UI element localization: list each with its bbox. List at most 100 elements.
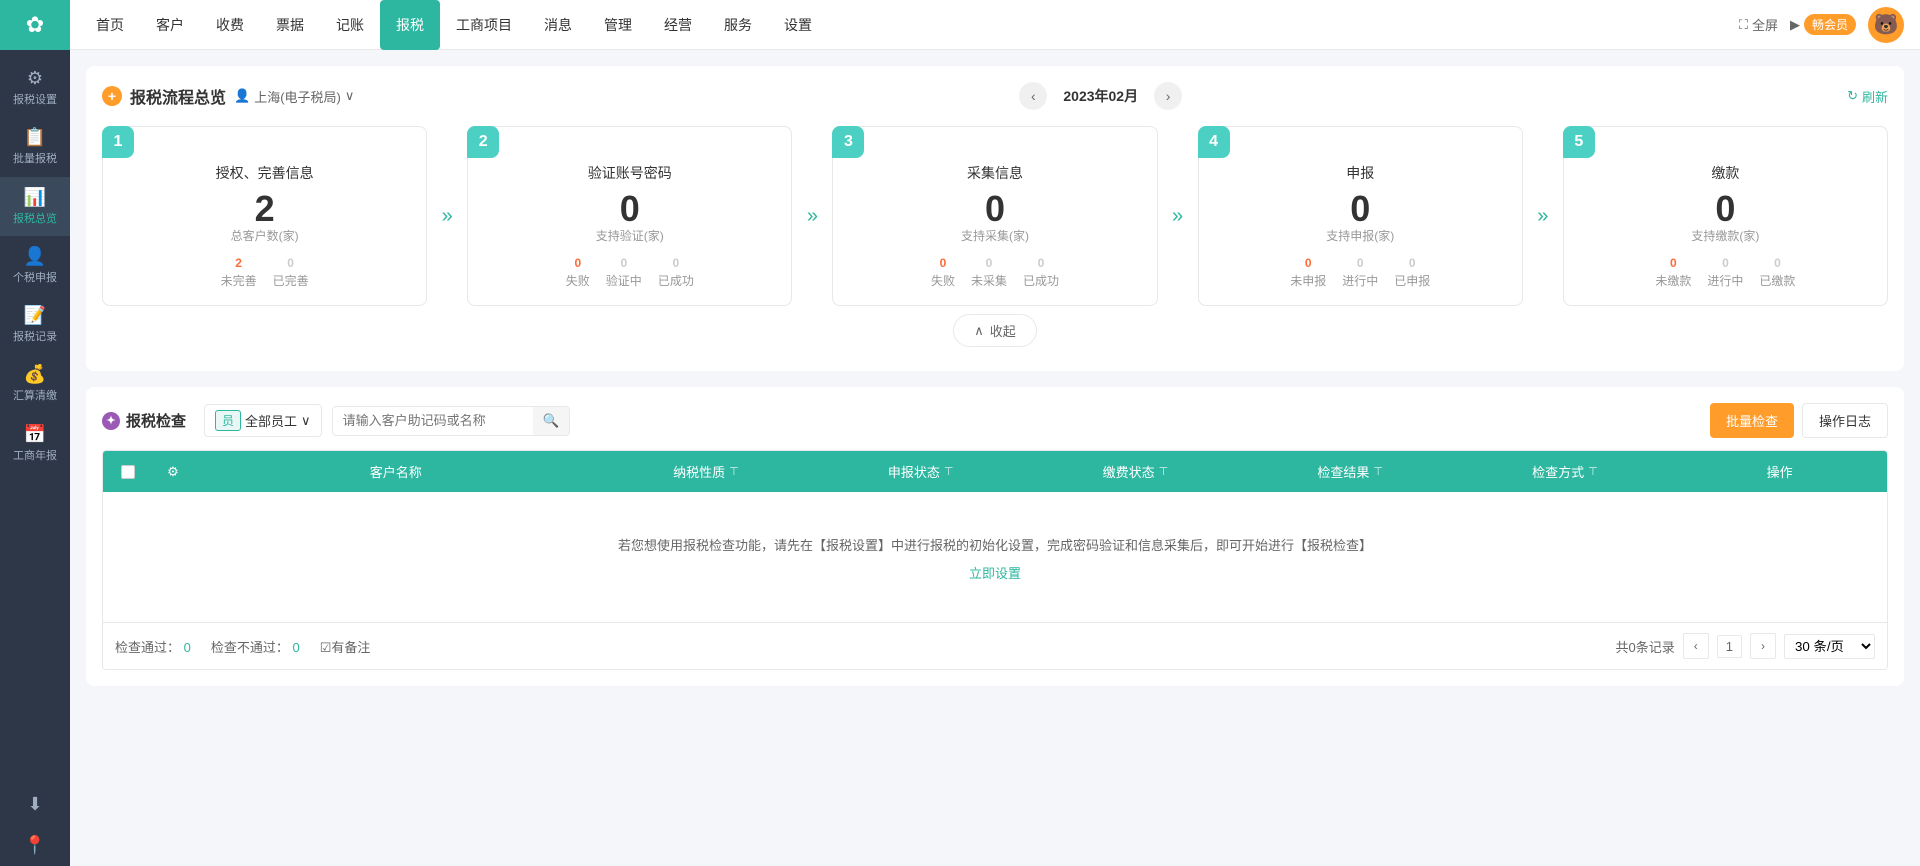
flow-step-4: 4 申报 0 支持申报(家) 0 未申报 0 进行中 xyxy=(1198,126,1523,306)
footer-left: 检查通过： 0 检查不通过： 0 ☑有备注 xyxy=(115,637,370,656)
sidebar-label-batch-tax: 批量报税 xyxy=(13,152,57,166)
next-page-button[interactable]: › xyxy=(1750,633,1776,659)
per-page-select[interactable]: 30 条/页 50 条/页 100 条/页 xyxy=(1784,634,1875,659)
header-checkbox[interactable] xyxy=(121,465,135,479)
arrow-3: » xyxy=(1158,126,1198,306)
batch-tax-icon: 📋 xyxy=(24,127,46,148)
step-stats-2: 0 失败 0 验证中 0 已成功 xyxy=(566,256,694,289)
sidebar-item-tax-settings[interactable]: ⚙ 报税设置 xyxy=(0,58,70,117)
filter-group: 员 全部员工 ∨ xyxy=(204,404,322,437)
flow-step-5: 5 缴款 0 支持缴款(家) 0 未缴款 0 进行中 xyxy=(1563,126,1888,306)
flow-overview-title: 报税流程总览 xyxy=(130,84,226,108)
filter-icon-1[interactable]: ⊤ xyxy=(729,465,739,478)
table-header: ⚙ 客户名称 纳税性质 ⊤ 申报状态 ⊤ 缴费状态 ⊤ xyxy=(103,451,1887,492)
th-tax-type: 纳税性质 ⊤ xyxy=(599,451,814,492)
stat-paying-5: 0 进行中 xyxy=(1707,256,1743,289)
table-body: 若您想使用报税检查功能，请先在【报税设置】中进行报税的初始化设置，完成密码验证和… xyxy=(103,492,1887,622)
filter-icon-5[interactable]: ⊤ xyxy=(1588,465,1598,478)
logo: ✿ xyxy=(0,0,70,50)
user-avatar[interactable]: 🐻 xyxy=(1868,7,1904,43)
tax-record-icon: 📝 xyxy=(24,305,46,326)
settings-icon[interactable]: ⚙ xyxy=(167,464,179,480)
nav-tax[interactable]: 报税 xyxy=(380,0,440,50)
footer-right: 共0条记录 ‹ 1 › 30 条/页 50 条/页 100 条/页 xyxy=(1616,633,1875,659)
stat-undeclared-4-label: 未申报 xyxy=(1290,272,1326,289)
nav-invoice[interactable]: 票据 xyxy=(260,0,320,50)
filter-icon-4[interactable]: ⊤ xyxy=(1373,465,1383,478)
stat-success-2-val: 0 xyxy=(672,256,679,270)
step-desc-2: 支持验证(家) xyxy=(596,227,664,244)
vip-badge: 畅会员 xyxy=(1804,14,1856,35)
sidebar-item-download[interactable]: ⬇ xyxy=(24,784,46,825)
employee-tag: 员 xyxy=(215,410,241,431)
nav-home[interactable]: 首页 xyxy=(80,0,140,50)
stat-uncollected-3-label: 未采集 xyxy=(971,272,1007,289)
operation-log-button[interactable]: 操作日志 xyxy=(1802,403,1888,438)
th-pay-status: 缴费状态 ⊤ xyxy=(1028,451,1243,492)
vip-button[interactable]: ▶ 畅会员 xyxy=(1790,14,1856,35)
th-name: 客户名称 xyxy=(193,451,599,492)
pass-count[interactable]: 0 xyxy=(184,640,191,655)
collapse-label: 收起 xyxy=(990,321,1016,340)
step-count-1: 2 xyxy=(255,191,275,227)
step-count-2: 0 xyxy=(620,191,640,227)
settlement-icon: 💰 xyxy=(24,364,46,385)
batch-check-button[interactable]: 批量检查 xyxy=(1710,403,1794,438)
step-count-3: 0 xyxy=(985,191,1005,227)
sidebar-item-settlement[interactable]: 💰 汇算清缴 xyxy=(0,354,70,413)
stat-fail-3: 0 失败 xyxy=(931,256,955,289)
sidebar-item-annual-report[interactable]: 📅 工商年报 xyxy=(0,414,70,473)
stat-complete-val: 0 xyxy=(287,256,294,270)
sidebar-label-settlement: 汇算清缴 xyxy=(13,389,57,403)
prev-page-button[interactable]: ‹ xyxy=(1683,633,1709,659)
dropdown-arrow: ∨ xyxy=(345,88,355,104)
dropdown-icon: ∨ xyxy=(301,413,311,429)
sidebar-item-location[interactable]: 📍 xyxy=(24,825,46,866)
next-month-button[interactable]: › xyxy=(1154,82,1182,110)
filter-icon-2[interactable]: ⊤ xyxy=(944,465,954,478)
stat-unpaid-5-label: 未缴款 xyxy=(1655,272,1691,289)
sidebar-item-batch-tax[interactable]: 📋 批量报税 xyxy=(0,117,70,176)
sidebar-label-personal-tax: 个税申报 xyxy=(13,271,57,285)
nav-service[interactable]: 服务 xyxy=(708,0,768,50)
step-stats-1: 2 未完善 0 已完善 xyxy=(221,256,309,289)
search-button[interactable]: 🔍 xyxy=(533,407,570,435)
th-operation: 操作 xyxy=(1672,451,1887,492)
collapse-button[interactable]: ∧ 收起 xyxy=(953,314,1037,347)
step-title-5: 缴款 xyxy=(1711,163,1739,183)
step-desc-3: 支持采集(家) xyxy=(961,227,1029,244)
location-icon-small: 👤 xyxy=(234,88,250,104)
setup-link[interactable]: 立即设置 xyxy=(618,563,1372,582)
fail-count[interactable]: 0 xyxy=(293,640,300,655)
collapse-icon: ∧ xyxy=(974,323,984,339)
stat-declared-4: 0 已申报 xyxy=(1394,256,1430,289)
sidebar-label-tax-settings: 报税设置 xyxy=(13,93,57,107)
sidebar-item-tax-record[interactable]: 📝 报税记录 xyxy=(0,295,70,354)
sidebar-item-tax-overview[interactable]: 📊 报税总览 xyxy=(0,177,70,236)
sidebar-item-personal-tax[interactable]: 👤 个税申报 xyxy=(0,236,70,295)
flow-overview-card: + 报税流程总览 👤 上海(电子税局) ∨ ‹ 2023年02月 › ↻ 刷 xyxy=(86,66,1904,371)
filter-icon-3[interactable]: ⊤ xyxy=(1159,465,1169,478)
nav-manage[interactable]: 管理 xyxy=(588,0,648,50)
nav-settings[interactable]: 设置 xyxy=(768,0,828,50)
fullscreen-button[interactable]: ⛶ 全屏 xyxy=(1739,15,1778,34)
th-declare-status: 申报状态 ⊤ xyxy=(813,451,1028,492)
nav-business[interactable]: 工商项目 xyxy=(440,0,528,50)
employee-filter[interactable]: 员 全部员工 ∨ xyxy=(204,404,322,437)
stat-paid-5-val: 0 xyxy=(1774,256,1781,270)
nav-operation[interactable]: 经营 xyxy=(648,0,708,50)
nav-accounting[interactable]: 记账 xyxy=(320,0,380,50)
nav-fee[interactable]: 收费 xyxy=(200,0,260,50)
month-nav: ‹ 2023年02月 › xyxy=(1019,82,1182,110)
prev-month-button[interactable]: ‹ xyxy=(1019,82,1047,110)
empty-content: 若您想使用报税检查功能，请先在【报税设置】中进行报税的初始化设置，完成密码验证和… xyxy=(618,533,1372,582)
location-label[interactable]: 👤 上海(电子税局) ∨ xyxy=(234,87,354,106)
step-num-2: 2 xyxy=(467,126,499,158)
refresh-button[interactable]: ↻ 刷新 xyxy=(1847,87,1888,106)
nav-message[interactable]: 消息 xyxy=(528,0,588,50)
th-check-method: 检查方式 ⊤ xyxy=(1458,451,1673,492)
fullscreen-label: 全屏 xyxy=(1752,15,1778,34)
stat-fail-2-val: 0 xyxy=(574,256,581,270)
search-input[interactable] xyxy=(333,408,533,433)
nav-customer[interactable]: 客户 xyxy=(140,0,200,50)
